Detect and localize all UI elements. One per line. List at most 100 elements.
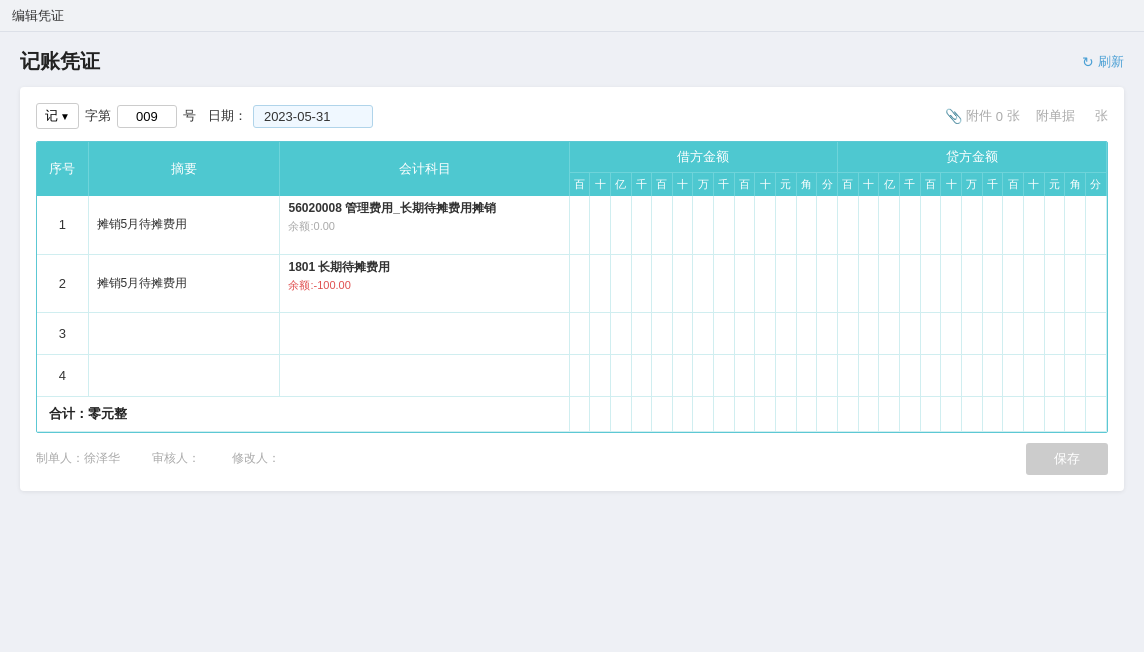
row2-d6[interactable] [672,254,693,312]
date-input[interactable] [253,105,373,128]
attach-count: 0 [996,109,1003,124]
row3-seq: 3 [37,312,88,354]
row2-d11[interactable] [775,254,796,312]
row1-c11[interactable] [1044,196,1065,254]
row3-summary[interactable] [88,312,280,354]
th-summary: 摘要 [88,142,280,196]
row2-c2[interactable] [858,254,879,312]
row3-account[interactable] [280,312,569,354]
total-label: 合计：零元整 [37,396,569,431]
refresh-icon: ↻ [1082,54,1094,70]
title-bar: 编辑凭证 [0,0,1144,32]
row1-d2[interactable] [590,196,611,254]
row1-c10[interactable] [1023,196,1044,254]
row1-account[interactable]: 56020008 管理费用_长期待摊费用摊销 余额:0.00 [280,196,569,254]
table-row: 4 [37,354,1107,396]
row1-d11[interactable] [775,196,796,254]
dh-qian1: 千 [631,173,652,197]
attach-unit: 张 [1007,107,1020,125]
row1-d7[interactable] [693,196,714,254]
voucher-type-label: 记 [45,107,58,125]
ch-bai3: 百 [1003,173,1024,197]
maker-label: 制单人：徐泽华 [36,450,120,467]
row2-c3[interactable] [879,254,900,312]
row2-c10[interactable] [1023,254,1044,312]
row2-d12[interactable] [796,254,817,312]
row2-c4[interactable] [900,254,921,312]
total-row: 合计：零元整 [37,396,1107,431]
row1-c2[interactable] [858,196,879,254]
row2-d10[interactable] [755,254,776,312]
attach-doc-button[interactable]: 附单据 [1036,107,1075,125]
row2-account[interactable]: 1801 长期待摊费用 余额:-100.00 [280,254,569,312]
row2-d7[interactable] [693,254,714,312]
row2-c1[interactable] [838,254,859,312]
row2-c9[interactable] [1003,254,1024,312]
row2-d5[interactable] [652,254,673,312]
save-button[interactable]: 保存 [1026,443,1108,475]
ch-shi2: 十 [941,173,962,197]
ch-yi1: 亿 [879,173,900,197]
row2-d4[interactable] [631,254,652,312]
footer-info: 制单人：徐泽华 审核人： 修改人： [36,450,280,467]
voucher-table: 序号 摘要 会计科目 借方金额 贷方金额 百 十 亿 千 百 十 万 [37,142,1107,432]
ch-bai1: 百 [838,173,859,197]
row2-c8[interactable] [982,254,1003,312]
row1-d6[interactable] [672,196,693,254]
row4-account[interactable] [280,354,569,396]
row2-d3[interactable] [610,254,631,312]
row2-d1[interactable] [569,254,590,312]
row1-d9[interactable] [734,196,755,254]
ch-yuan1: 元 [1044,173,1065,197]
row1-d4[interactable] [631,196,652,254]
voucher-number-input[interactable] [117,105,177,128]
row1-c12[interactable] [1065,196,1086,254]
th-seq: 序号 [37,142,88,196]
row1-c4[interactable] [900,196,921,254]
row1-d1[interactable] [569,196,590,254]
row1-d3[interactable] [610,196,631,254]
row1-c5[interactable] [920,196,941,254]
row1-c13[interactable] [1085,196,1106,254]
row2-summary[interactable]: 摊销5月待摊费用 [88,254,280,312]
row4-summary[interactable] [88,354,280,396]
date-group: 日期： [208,105,373,128]
row1-summary[interactable]: 摊销5月待摊费用 [88,196,280,254]
dh-jiao1: 角 [796,173,817,197]
row1-d13[interactable] [817,196,838,254]
row1-c7[interactable] [961,196,982,254]
dh-shi1: 十 [590,173,611,197]
row2-d9[interactable] [734,254,755,312]
row2-c12[interactable] [1065,254,1086,312]
dh-fen1: 分 [817,173,838,197]
row1-c6[interactable] [941,196,962,254]
row1-d12[interactable] [796,196,817,254]
row2-c11[interactable] [1044,254,1065,312]
row2-seq: 2 [37,254,88,312]
attach-link[interactable]: 📎 附件 0 张 [945,107,1020,125]
row1-d5[interactable] [652,196,673,254]
ch-fen1: 分 [1085,173,1106,197]
row1-d8[interactable] [714,196,735,254]
refresh-button[interactable]: ↻ 刷新 [1082,53,1124,71]
ch-shi1: 十 [858,173,879,197]
attach-zhang: 张 [1095,107,1108,125]
voucher-type-button[interactable]: 记 ▼ [36,103,79,129]
dropdown-icon: ▼ [60,111,70,122]
row1-c1[interactable] [838,196,859,254]
row1-acct-balance: 余额:0.00 [288,219,560,234]
row1-c3[interactable] [879,196,900,254]
attach-label: 附件 [966,107,992,125]
row2-c13[interactable] [1085,254,1106,312]
row1-d10[interactable] [755,196,776,254]
footer-bar: 制单人：徐泽华 审核人： 修改人： 保存 [36,443,1108,475]
row2-d13[interactable] [817,254,838,312]
row3-d1[interactable] [569,312,590,354]
row2-c7[interactable] [961,254,982,312]
row2-c6[interactable] [941,254,962,312]
row2-c5[interactable] [920,254,941,312]
row2-d2[interactable] [590,254,611,312]
row1-c8[interactable] [982,196,1003,254]
row2-d8[interactable] [714,254,735,312]
row1-c9[interactable] [1003,196,1024,254]
